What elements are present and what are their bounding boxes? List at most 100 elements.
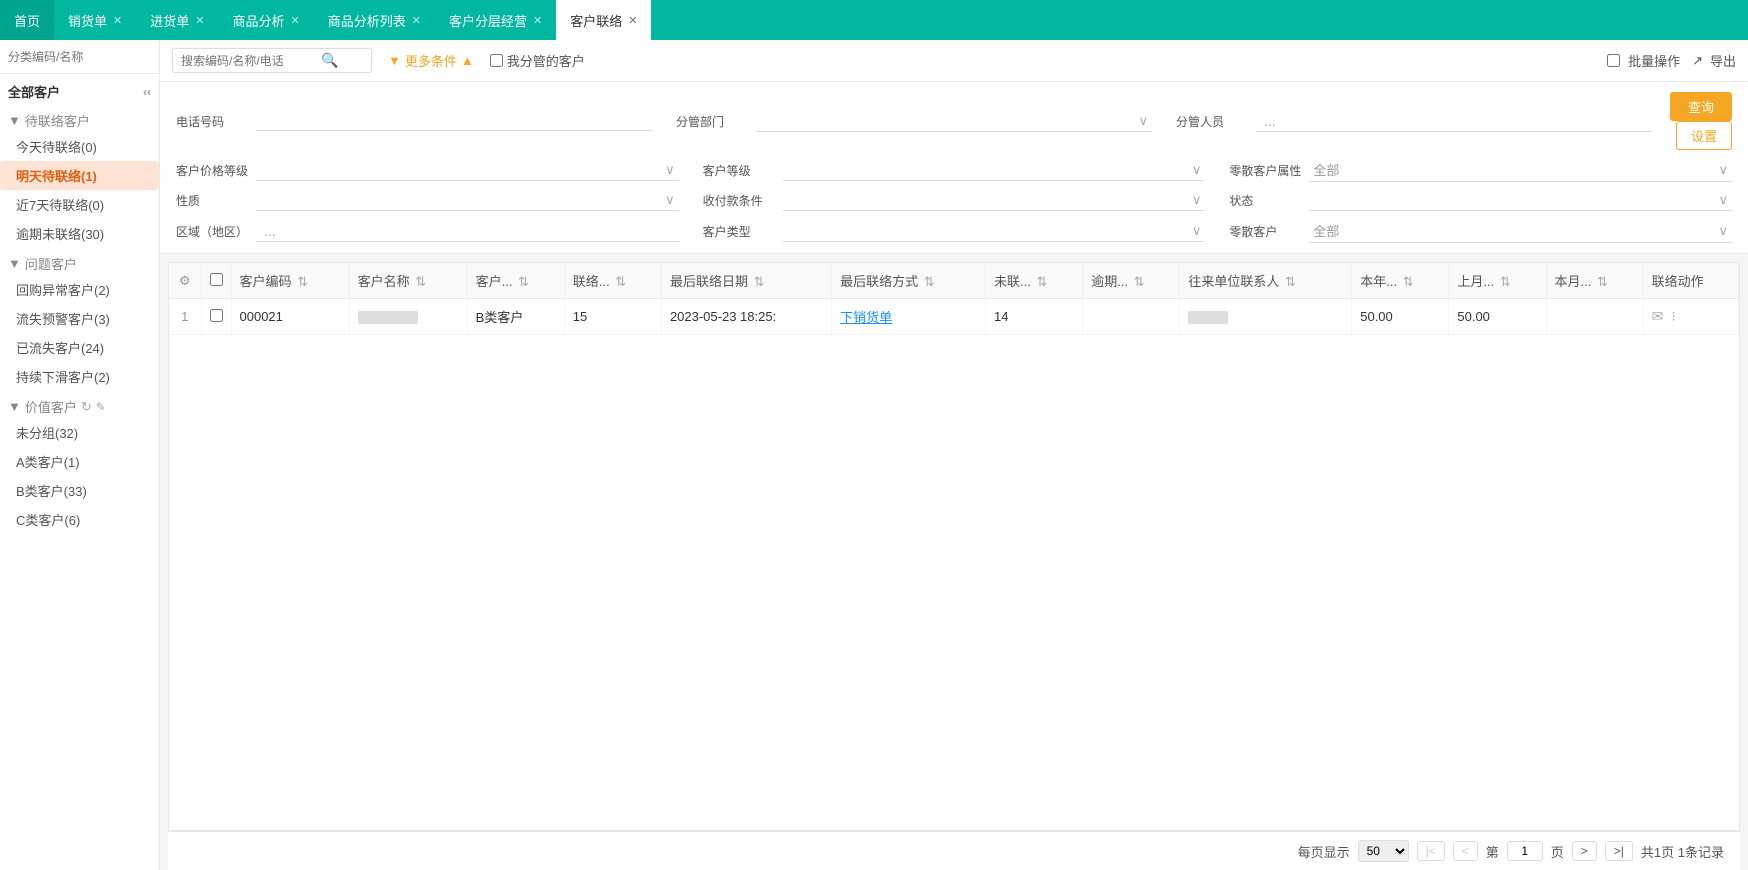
manager-select[interactable]: ... bbox=[1256, 111, 1652, 132]
row-last-month: 50.00 bbox=[1449, 299, 1546, 335]
sort-icon[interactable]: ⇅ bbox=[1500, 274, 1511, 289]
sort-icon[interactable]: ⇅ bbox=[1134, 274, 1145, 289]
sort-icon[interactable]: ⇅ bbox=[924, 274, 935, 289]
sidebar-item-today-pending[interactable]: 今天待联络(0) bbox=[0, 132, 159, 161]
nav-item-product-analysis[interactable]: 商品分析 ✕ bbox=[218, 0, 313, 40]
sidebar-item-churned[interactable]: 已流失客户(24) bbox=[0, 333, 159, 362]
search-input[interactable] bbox=[181, 54, 321, 68]
phone-input[interactable] bbox=[256, 112, 652, 131]
dept-select[interactable]: ∨ bbox=[756, 111, 1152, 132]
sort-icon[interactable]: ⇅ bbox=[1597, 274, 1608, 289]
filter-cell-price-level: 客户价格等级 ∨ bbox=[176, 160, 679, 181]
sidebar-item-class-a[interactable]: A类客户(1) bbox=[0, 447, 159, 476]
toolbar-right: 批量操作 ↗ 导出 bbox=[1607, 51, 1736, 70]
close-icon[interactable]: ✕ bbox=[628, 14, 637, 27]
batch-op-button[interactable]: 批量操作 bbox=[1607, 51, 1680, 70]
page-size-select[interactable]: 50 100 200 bbox=[1358, 840, 1409, 862]
sidebar-item-repurchase-abnormal[interactable]: 回购异常客户(2) bbox=[0, 275, 159, 304]
sidebar-item-ungrouped[interactable]: 未分组(32) bbox=[0, 418, 159, 447]
payment-select[interactable]: ∨ bbox=[783, 190, 1206, 211]
chevron-down-icon: ∨ bbox=[1719, 162, 1729, 178]
sidebar-item-tomorrow-pending[interactable]: 明天待联络(1) bbox=[0, 161, 159, 190]
row-num: 1 bbox=[169, 299, 201, 335]
sort-icon[interactable]: ⇅ bbox=[615, 274, 626, 289]
close-icon[interactable]: ✕ bbox=[195, 14, 204, 27]
search-box: 🔍 bbox=[172, 48, 372, 73]
refresh-icon[interactable]: ↻ bbox=[81, 399, 92, 415]
nav-item-product-analysis-list[interactable]: 商品分析列表 ✕ bbox=[314, 0, 435, 40]
nav-item-customer-tier[interactable]: 客户分层经营 ✕ bbox=[435, 0, 556, 40]
filter-cell-region: 区域（地区） ... bbox=[176, 221, 679, 242]
export-icon: ↗ bbox=[1692, 53, 1703, 69]
sort-icon[interactable]: ⇅ bbox=[1285, 274, 1296, 289]
more-action-icon[interactable]: ⁝ bbox=[1671, 308, 1675, 325]
export-button[interactable]: ↗ 导出 bbox=[1692, 51, 1736, 70]
sidebar-item-7days-pending[interactable]: 近7天待联络(0) bbox=[0, 190, 159, 219]
col-no-contact-days: 未联... ⇅ bbox=[986, 263, 1083, 299]
row-last-contact-date: 2023-05-23 18:25: bbox=[661, 299, 831, 335]
close-icon[interactable]: ✕ bbox=[291, 14, 300, 27]
setting-button[interactable]: 设置 bbox=[1676, 121, 1732, 150]
sidebar-item-class-b[interactable]: B类客户(33) bbox=[0, 476, 159, 505]
price-level-select[interactable]: ∨ bbox=[256, 160, 679, 181]
filter-icon: ▼ bbox=[388, 53, 401, 68]
sidebar-item-class-c[interactable]: C类客户(6) bbox=[0, 505, 159, 534]
col-this-year: 本年... ⇅ bbox=[1352, 263, 1449, 299]
table-header-row: ⚙ 客户编码 ⇅ 客户名称 ⇅ bbox=[169, 263, 1739, 299]
retail-customer-select[interactable]: 全部 ∨ bbox=[1309, 219, 1732, 243]
contact-method-link[interactable]: 下销货单 bbox=[840, 310, 892, 325]
collapse-icon[interactable]: ‹‹ bbox=[143, 85, 151, 99]
customer-level-select[interactable]: ∨ bbox=[783, 160, 1206, 181]
batch-check[interactable] bbox=[1607, 54, 1620, 67]
contact-action-icon[interactable]: ✉ bbox=[1652, 308, 1664, 325]
chevron-down-icon: ∨ bbox=[1138, 113, 1148, 129]
sort-icon[interactable]: ⇅ bbox=[1037, 274, 1048, 289]
settings-icon[interactable]: ⚙ bbox=[179, 273, 191, 288]
sort-icon[interactable]: ⇅ bbox=[415, 274, 426, 289]
nav-item-sales[interactable]: 销货单 ✕ bbox=[54, 0, 136, 40]
query-button[interactable]: 查询 bbox=[1670, 92, 1732, 121]
sidebar-search-input[interactable] bbox=[8, 50, 160, 64]
sidebar-item-declining[interactable]: 持续下滑客户(2) bbox=[0, 362, 159, 391]
col-customer-name: 客户名称 ⇅ bbox=[349, 263, 467, 299]
sort-icon[interactable]: ⇅ bbox=[1403, 274, 1414, 289]
close-icon[interactable]: ✕ bbox=[412, 14, 421, 27]
customer-type-select[interactable]: ∨ bbox=[783, 221, 1206, 242]
my-customers-check[interactable] bbox=[490, 54, 503, 67]
nav-item-purchase[interactable]: 进货单 ✕ bbox=[136, 0, 218, 40]
region-select[interactable]: ... bbox=[256, 221, 679, 242]
close-icon[interactable]: ✕ bbox=[113, 14, 122, 27]
close-icon[interactable]: ✕ bbox=[533, 14, 542, 27]
sort-icon[interactable]: ⇅ bbox=[754, 274, 765, 289]
more-icon[interactable]: ... bbox=[264, 223, 276, 239]
nature-select[interactable]: ∨ bbox=[256, 190, 679, 211]
more-icon[interactable]: ... bbox=[1264, 113, 1276, 129]
chevron-down-icon: ∨ bbox=[665, 162, 675, 178]
nav-item-customer-contact[interactable]: 客户联络 ✕ bbox=[556, 0, 651, 40]
filter-row-3: 性质 ∨ 收付款条件 ∨ 状态 bbox=[176, 190, 1732, 211]
row-this-month bbox=[1546, 299, 1643, 335]
page-number-input[interactable] bbox=[1507, 841, 1543, 861]
row-contact-person bbox=[1180, 299, 1352, 335]
sidebar-item-churn-warning[interactable]: 流失预警客户(3) bbox=[0, 304, 159, 333]
edit-icon[interactable]: ✎ bbox=[96, 400, 106, 414]
col-checkbox bbox=[201, 263, 231, 299]
search-icon[interactable]: 🔍 bbox=[321, 52, 338, 69]
sidebar-item-overdue-contact[interactable]: 逾期未联络(30) bbox=[0, 219, 159, 248]
status-select[interactable]: ∨ bbox=[1309, 190, 1732, 211]
last-page-button[interactable]: >| bbox=[1605, 841, 1633, 861]
row-select-checkbox[interactable] bbox=[210, 309, 223, 322]
sort-icon[interactable]: ⇅ bbox=[518, 274, 529, 289]
col-last-contact-date: 最后联络日期 ⇅ bbox=[661, 263, 831, 299]
select-all-checkbox[interactable] bbox=[210, 273, 223, 286]
col-settings[interactable]: ⚙ bbox=[169, 263, 201, 299]
my-customers-checkbox[interactable]: 我分管的客户 bbox=[490, 51, 585, 70]
next-page-button[interactable]: > bbox=[1572, 841, 1597, 861]
retail-attr-select[interactable]: 全部 ∨ bbox=[1309, 158, 1732, 182]
first-page-button[interactable]: |< bbox=[1417, 841, 1445, 861]
data-table: ⚙ 客户编码 ⇅ 客户名称 ⇅ bbox=[169, 263, 1739, 335]
sort-icon[interactable]: ⇅ bbox=[297, 274, 308, 289]
nav-item-home[interactable]: 首页 bbox=[0, 0, 54, 40]
more-filter-button[interactable]: ▼ 更多条件 ▲ bbox=[380, 48, 482, 73]
prev-page-button[interactable]: < bbox=[1453, 841, 1478, 861]
